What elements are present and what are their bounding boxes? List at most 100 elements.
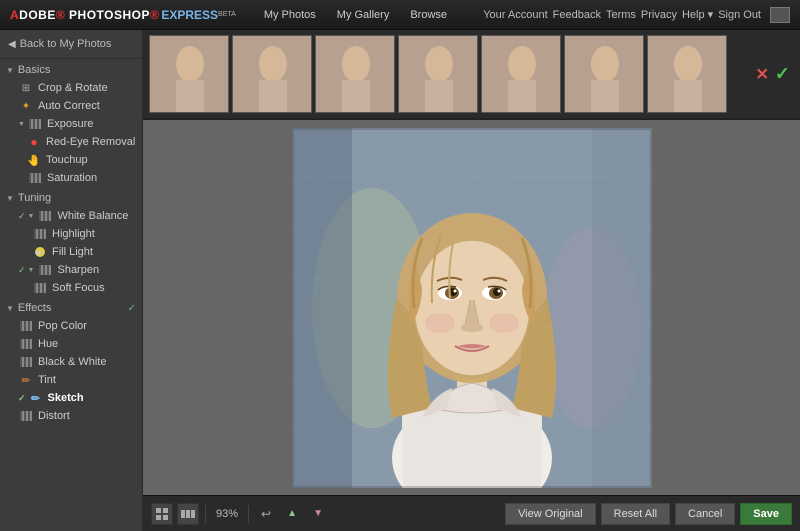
- logo-area: ADOBE® PHOTOSHOP® EXPRESS BETA: [10, 8, 236, 22]
- nav-my-photos[interactable]: My Photos: [256, 5, 324, 25]
- item-highlight-label: Highlight: [52, 228, 95, 240]
- section-effects-label: Effects: [18, 302, 51, 314]
- reset-all-btn[interactable]: Reset All: [601, 503, 670, 525]
- toolbar-divider-1: [205, 505, 206, 523]
- main-layout: ◀ Back to My Photos ▼ Basics ⊞ Crop & Ro…: [0, 30, 800, 531]
- item-auto-correct[interactable]: ✦ Auto Correct: [0, 97, 142, 115]
- item-white-balance[interactable]: ✓ ▼ White Balance: [0, 207, 142, 225]
- filmstrip-thumb-1[interactable]: [149, 35, 229, 113]
- top-right-nav: Your Account Feedback Terms Privacy Help…: [483, 7, 790, 23]
- toolbar-divider-2: [248, 505, 249, 523]
- nav-my-gallery[interactable]: My Gallery: [329, 5, 398, 25]
- nav-terms[interactable]: Terms: [606, 9, 636, 21]
- item-pop-color[interactable]: Pop Color: [0, 317, 142, 335]
- item-saturation-label: Saturation: [47, 172, 97, 184]
- screen-icon[interactable]: [770, 7, 790, 23]
- item-soft-focus[interactable]: Soft Focus: [0, 279, 142, 297]
- view-original-btn[interactable]: View Original: [505, 503, 596, 525]
- wb-check-icon: ✓: [18, 211, 26, 222]
- filmstrip-thumb-7[interactable]: [647, 35, 727, 113]
- filmstrip-thumb-6[interactable]: [564, 35, 644, 113]
- zoom-down-btn[interactable]: ▼: [307, 503, 329, 525]
- soft-focus-icon: [32, 282, 48, 294]
- filmstrip-thumb-2[interactable]: [232, 35, 312, 113]
- highlight-icon: [32, 228, 48, 240]
- item-highlight[interactable]: Highlight: [0, 225, 142, 243]
- white-balance-icon: [37, 210, 53, 222]
- back-label: Back to My Photos: [20, 38, 112, 50]
- basics-triangle-icon: ▼: [6, 66, 14, 75]
- top-nav: My Photos My Gallery Browse: [256, 5, 483, 25]
- main-canvas: [292, 128, 652, 488]
- view-grid-btn[interactable]: [151, 503, 173, 525]
- nav-browse[interactable]: Browse: [402, 5, 455, 25]
- item-distort[interactable]: Distort: [0, 407, 142, 425]
- item-touchup[interactable]: 🤚 Touchup: [0, 151, 142, 169]
- sketch-icon: ✏: [28, 392, 44, 404]
- item-sketch-label: Sketch: [48, 392, 84, 404]
- item-sharpen-label: Sharpen: [57, 264, 99, 276]
- nav-privacy[interactable]: Privacy: [641, 9, 677, 21]
- sharpen-check-icon: ✓: [18, 265, 26, 276]
- item-crop-label: Crop & Rotate: [38, 82, 108, 94]
- pop-color-icon: [18, 320, 34, 332]
- exposure-icon: [27, 118, 43, 130]
- red-eye-icon: ●: [26, 136, 42, 148]
- undo-btn[interactable]: ↩: [255, 503, 277, 525]
- filmstrip-controls: ✕ ✓: [756, 64, 791, 85]
- item-distort-label: Distort: [38, 410, 70, 422]
- logo-text: ADOBE® PHOTOSHOP®: [10, 8, 159, 22]
- item-black-white[interactable]: Black & White: [0, 353, 142, 371]
- item-exposure-label: Exposure: [47, 118, 93, 130]
- filmstrip: ✕ ✓: [143, 30, 800, 120]
- item-fill-light[interactable]: ● Fill Light: [0, 243, 142, 261]
- item-saturation[interactable]: ▼ Saturation: [0, 169, 142, 187]
- logo-beta: BETA: [218, 11, 236, 18]
- item-crop-rotate[interactable]: ⊞ Crop & Rotate: [0, 79, 142, 97]
- nav-feedback[interactable]: Feedback: [553, 9, 601, 21]
- filmstrip-thumb-3[interactable]: [315, 35, 395, 113]
- save-btn[interactable]: Save: [740, 503, 792, 525]
- content-area: ✕ ✓: [143, 30, 800, 531]
- item-tint[interactable]: ✏ Tint: [0, 371, 142, 389]
- tint-icon: ✏: [18, 374, 34, 386]
- saturation-icon: [27, 172, 43, 184]
- section-basics[interactable]: ▼ Basics: [0, 59, 142, 79]
- filmstrip-thumb-5[interactable]: [481, 35, 561, 113]
- hue-icon: [18, 338, 34, 350]
- effects-triangle-icon: ▼: [6, 304, 14, 313]
- view-filmstrip-btn[interactable]: [177, 503, 199, 525]
- cancel-btn[interactable]: Cancel: [675, 503, 735, 525]
- crop-icon: ⊞: [18, 82, 34, 94]
- nav-help[interactable]: Help ▾: [682, 8, 713, 21]
- item-auto-correct-label: Auto Correct: [38, 100, 100, 112]
- item-sketch[interactable]: ✓ ✏ Sketch: [0, 389, 142, 407]
- logo-express-text: EXPRESS: [161, 8, 218, 22]
- filmstrip-reject-btn[interactable]: ✕: [756, 64, 769, 84]
- effects-check-icon: ✓: [128, 303, 136, 314]
- item-pop-color-label: Pop Color: [38, 320, 87, 332]
- item-hue[interactable]: Hue: [0, 335, 142, 353]
- item-sharpen[interactable]: ✓ ▼ Sharpen: [0, 261, 142, 279]
- sharpen-icon: [37, 264, 53, 276]
- item-red-eye[interactable]: ● Red-Eye Removal: [0, 133, 142, 151]
- bw-icon: [18, 356, 34, 368]
- tuning-triangle-icon: ▼: [6, 194, 14, 203]
- section-effects[interactable]: ▼ Effects ✓: [0, 297, 142, 317]
- canvas-area: [143, 120, 800, 495]
- filmstrip-thumb-4[interactable]: [398, 35, 478, 113]
- filmstrip-accept-btn[interactable]: ✓: [775, 64, 790, 85]
- item-red-eye-label: Red-Eye Removal: [46, 136, 135, 148]
- zoom-up-btn[interactable]: ▲: [281, 503, 303, 525]
- touchup-icon: 🤚: [26, 154, 42, 166]
- fill-light-icon: ●: [32, 246, 48, 258]
- canvas-image: [292, 128, 652, 488]
- nav-your-account[interactable]: Your Account: [483, 9, 547, 21]
- sketch-check-icon: ✓: [18, 393, 26, 404]
- section-tuning[interactable]: ▼ Tuning: [0, 187, 142, 207]
- exposure-triangle-icon: ▼: [18, 121, 25, 128]
- section-tuning-label: Tuning: [18, 192, 51, 204]
- back-link[interactable]: ◀ Back to My Photos: [0, 30, 142, 59]
- item-exposure[interactable]: ▼ Exposure: [0, 115, 142, 133]
- nav-signout[interactable]: Sign Out: [718, 9, 761, 21]
